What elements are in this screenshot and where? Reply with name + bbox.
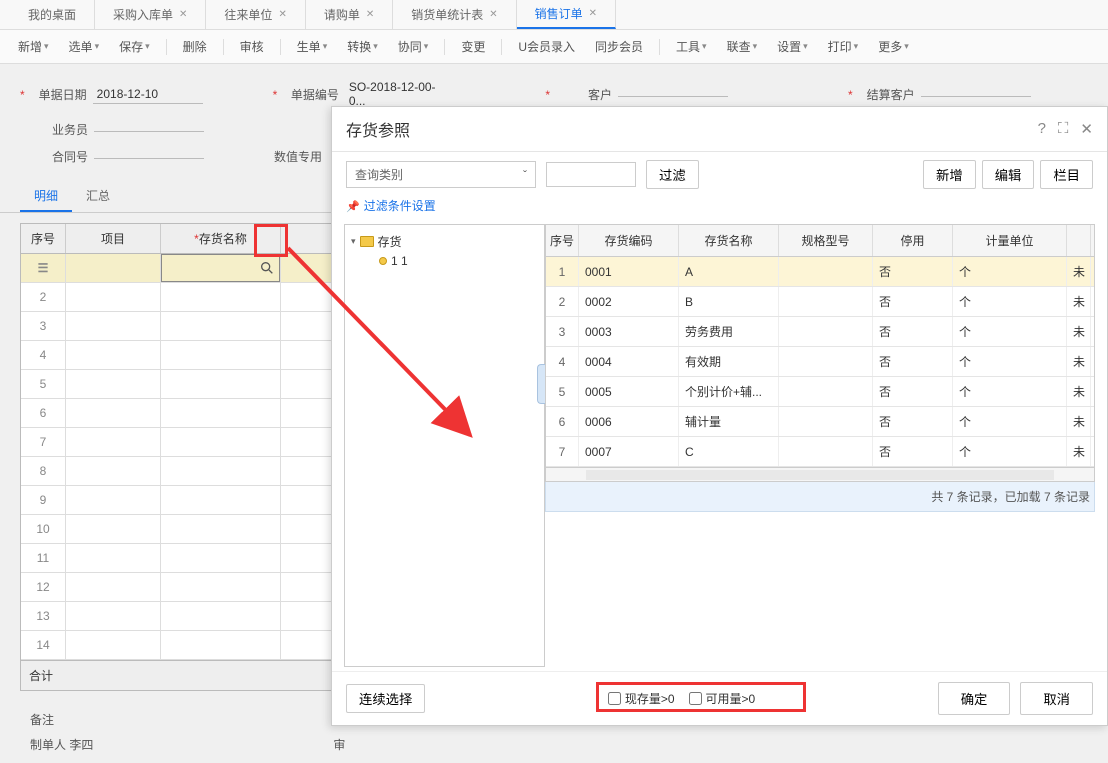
continuous-select-button[interactable]: 连续选择 [346,684,425,713]
th-disabled: 停用 [873,225,953,256]
new-button[interactable]: 新增 [923,160,976,189]
filter-button[interactable]: 过滤 [646,160,699,189]
sales-value[interactable] [94,127,204,132]
tool-8[interactable]: 变更 [453,36,493,57]
modal-footer: 连续选择 现存量>0 可用量>0 确定 取消 [332,671,1107,725]
table-row[interactable]: 50005个别计价+辅...否个未 [546,377,1094,407]
ok-button[interactable]: 确定 [938,682,1011,715]
dot-icon [379,257,387,265]
table-row[interactable]: 30003劳务费用否个未 [546,317,1094,347]
field-settle: *结算客户 [848,86,1031,103]
chk-onhand[interactable]: 现存量>0 [608,690,675,707]
category-tree: ▾存货 1 1 [344,224,544,667]
th-seq: 序号 [546,225,579,256]
table-row[interactable]: 20002B否个未 [546,287,1094,317]
table-row[interactable]: 60006辅计量否个未 [546,407,1094,437]
help-icon[interactable]: ? [1038,120,1046,138]
tool-1[interactable]: 选单▾ [61,36,108,57]
tab-req[interactable]: 请购单✕ [306,0,393,29]
field-contract: 合同号 [20,148,204,165]
th-code: 存货编码 [579,225,679,256]
search-input[interactable] [546,162,636,187]
inventory-table: 序号 存货编码 存货名称 规格型号 停用 计量单位 10001A否个未20002… [545,224,1095,468]
inventory-ref-modal: 存货参照 ? ⛶ ✕ 查询类别ˇ 过滤 新增 编辑 栏目 📌 过滤条件设置 ▾存货… [331,106,1108,726]
remark-label: 备注 [30,711,54,728]
th-name: 存货名称 [679,225,779,256]
top-tabs: 我的桌面 采购入库单✕ 往来单位✕ 请购单✕ 销货单统计表✕ 销售订单✕ [0,0,1108,30]
date-value[interactable]: 2018-12-10 [93,85,203,104]
tree-root[interactable]: ▾存货 [351,231,538,252]
col-project: 项目 [66,224,161,253]
tab-sales-order[interactable]: 销售订单✕ [517,0,616,29]
col-seq: 序号 [21,224,66,253]
table-row[interactable]: 40004有效期否个未 [546,347,1094,377]
field-date: *单据日期2018-12-10 [20,85,203,104]
col-inventory-name: 存货名称 [161,224,281,253]
tool-4[interactable]: 审核 [232,36,272,57]
chevron-down-icon: ˇ [523,168,527,182]
table-row[interactable]: 70007C否个未 [546,437,1094,467]
maximize-icon[interactable]: ⛶ [1058,120,1069,138]
filter-settings-link[interactable]: 过滤条件设置 [364,199,436,213]
edit-button[interactable]: 编辑 [982,160,1035,189]
tree-child[interactable]: 1 1 [379,252,538,270]
close-icon[interactable]: ✕ [489,9,497,20]
close-icon[interactable]: ✕ [179,9,187,20]
modal-filter-bar: 查询类别ˇ 过滤 新增 编辑 栏目 [332,152,1107,197]
audit-cut: 审 [333,736,345,753]
inventory-table-pane: 序号 存货编码 存货名称 规格型号 停用 计量单位 10001A否个未20002… [544,224,1095,667]
close-icon[interactable]: ✕ [366,9,374,20]
folder-icon [360,236,374,247]
close-icon[interactable]: ✕ [278,9,286,20]
th-unit: 计量单位 [953,225,1067,256]
inventory-lookup-cell[interactable] [161,254,280,282]
field-sales: 业务员 [20,121,204,138]
chk-available[interactable]: 可用量>0 [689,690,756,707]
modal-body: ▾存货 1 1 序号 存货编码 存货名称 规格型号 停用 计量单位 10001A… [332,220,1107,671]
columns-button[interactable]: 栏目 [1040,160,1093,189]
tool-2[interactable]: 保存▾ [111,36,158,57]
th-last [1067,225,1091,256]
tool-0[interactable]: 新增▾ [10,36,57,57]
th-spec: 规格型号 [779,225,873,256]
mini-tab-detail[interactable]: 明细 [20,181,72,212]
mini-tab-summary[interactable]: 汇总 [72,181,124,212]
tab-desktop[interactable]: 我的桌面 [10,0,95,29]
query-type-combo[interactable]: 查询类别ˇ [346,161,536,188]
pin-icon: 📌 [346,201,360,213]
tool-7[interactable]: 协同▾ [390,36,437,57]
h-scrollbar[interactable] [545,468,1095,482]
toolbar: 新增▾选单▾保存▾ 删除审核生单▾转换▾协同▾ 变更 U会员录入同步会员工具▾联查▾设… [0,30,1108,64]
tool-15[interactable]: 更多▾ [870,36,917,57]
close-icon[interactable]: ✕ [1080,120,1093,138]
tool-6[interactable]: 转换▾ [339,36,386,57]
filter-link-row: 📌 过滤条件设置 [332,197,1107,220]
tool-13[interactable]: 设置▾ [769,36,816,57]
tab-sales-stat[interactable]: 销货单统计表✕ [393,0,516,29]
contract-value[interactable] [94,154,204,159]
table-row[interactable]: 10001A否个未 [546,257,1094,287]
field-customer: *客户 [545,86,728,103]
tool-10[interactable]: 同步会员 [587,36,651,57]
tool-9[interactable]: U会员录入 [510,36,583,57]
modal-title: 存货参照 [346,117,410,141]
table-status: 共 7 条记录，已加载 7 条记录 [545,482,1095,512]
customer-value[interactable] [618,92,728,97]
tool-5[interactable]: 生单▾ [289,36,336,57]
maker: 制单人 李四 [30,736,93,753]
search-icon [259,260,275,276]
collapse-handle[interactable] [537,364,545,404]
tool-12[interactable]: 联查▾ [719,36,766,57]
tab-partners[interactable]: 往来单位✕ [206,0,305,29]
tab-purchase-in[interactable]: 采购入库单✕ [95,0,206,29]
field-special: 数值专用 [274,148,328,165]
close-icon[interactable]: ✕ [589,8,597,19]
tool-14[interactable]: 打印▾ [820,36,867,57]
tool-3[interactable]: 删除 [175,36,215,57]
modal-header: 存货参照 ? ⛶ ✕ [332,107,1107,152]
cancel-button[interactable]: 取消 [1020,682,1093,715]
settle-value[interactable] [921,92,1031,97]
tool-11[interactable]: 工具▾ [668,36,715,57]
